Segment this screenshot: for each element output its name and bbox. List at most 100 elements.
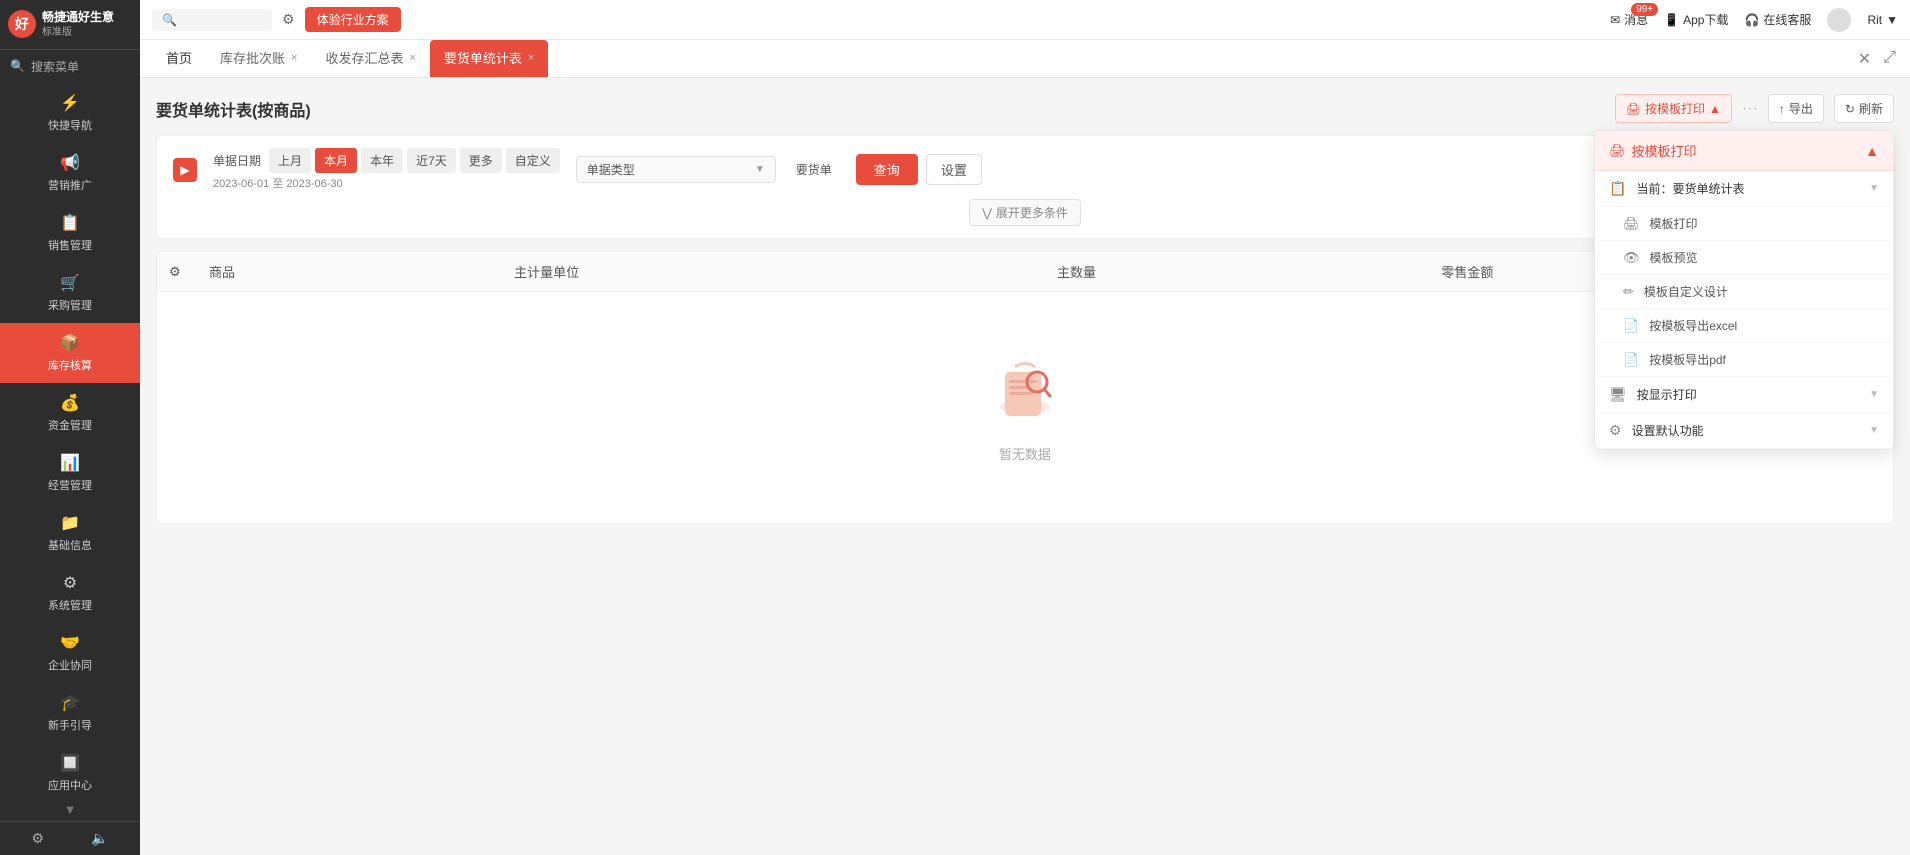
date-btn-last-month[interactable]: 上月 [269,148,311,173]
tab-inventory-batch[interactable]: 库存批次账 × [206,40,311,77]
tab-receivables[interactable]: 收发存汇总表 × [311,40,429,77]
sidebar-item-basic[interactable]: 📁 基础信息 [0,503,140,563]
sidebar-item-purchase[interactable]: 🛒 采购管理 [0,263,140,323]
page-actions: 🖨 按模板打印 ▲ ··· ↑ 导出 ↻ 刷新 🖨 [1615,94,1894,123]
date-btn-this-year[interactable]: 本年 [361,148,403,173]
solution-button[interactable]: 体验行业方案 [305,7,401,32]
online-service-btn[interactable]: 🎧 在线客服 [1744,11,1811,28]
filter-expand-btn[interactable]: ▶ [173,158,197,182]
settings-button[interactable]: 设置 [926,154,982,185]
topbar-right: ✉ 消息 99+ 📱 App下载 🎧 在线客服 Rit ▼ [1610,8,1898,32]
date-buttons: 上月 本月 本年 近7天 更多 自定义 [269,148,560,173]
tabs-right-actions: ✕ ⤢ [1856,47,1898,71]
query-button[interactable]: 查询 [856,154,918,185]
print-dropdown-template-preview[interactable]: 👁 模板预览 [1595,241,1893,275]
tab-home[interactable]: 首页 [152,40,206,77]
print-dropdown-template-pdf[interactable]: 📄 按模板导出pdf [1595,343,1893,377]
col-settings[interactable]: ⚙ [157,252,197,292]
print-button[interactable]: 🖨 按模板打印 ▲ [1615,94,1732,123]
expand-more-icon: ⋁ [982,206,992,220]
sidebar-scroll-down[interactable]: ▼ [0,798,140,821]
print-dropdown-panel: 🖨 按模板打印 ▲ 📋 当前：要货单统计表 ▼ 🖨 模板打印 [1594,130,1894,450]
newbie-icon: 🎓 [60,693,80,713]
sidebar-item-marketing[interactable]: 📢 营销推广 [0,143,140,203]
topbar: 🔍 ⚙ 体验行业方案 ✉ 消息 99+ 📱 App下载 🎧 在线客服 [140,0,1910,40]
close-tab-btn[interactable]: ✕ [1856,47,1873,71]
app-download-btn[interactable]: 📱 App下载 [1664,11,1728,28]
expand-tab-btn[interactable]: ⤢ [1881,47,1898,71]
topbar-search-icon: 🔍 [162,13,177,27]
sidebar-item-finance[interactable]: 💰 资金管理 [0,383,140,443]
col-quantity: 主数量 [1045,252,1429,292]
sidebar-item-collab[interactable]: 🤝 企业协同 [0,623,140,683]
topbar-gear-icon[interactable]: ⚙ [282,11,295,28]
print-dropdown-template-print[interactable]: 🖨 模板打印 [1595,207,1893,241]
tab-order-stats[interactable]: 要货单统计表 × [430,40,548,77]
date-btn-custom[interactable]: 自定义 [506,148,560,173]
display-print-icon: 🖥 [1609,386,1627,403]
close-inventory-batch-tab[interactable]: × [291,52,297,64]
print-dropdown-template-custom[interactable]: ✏ 模板自定义设计 [1595,275,1893,309]
current-template-icon: 📋 [1609,180,1626,197]
date-range-display: 2023-06-01 至 2023-06-30 [213,175,560,191]
export-button[interactable]: ↑ 导出 [1768,94,1824,123]
date-btn-more[interactable]: 更多 [460,148,502,173]
template-preview-icon: 👁 [1623,250,1640,266]
tabs-bar: 首页 库存批次账 × 收发存汇总表 × 要货单统计表 × ✕ ⤢ [140,40,1910,78]
close-receivables-tab[interactable]: × [409,52,415,64]
shortcuts-icon: ⚡ [60,93,80,113]
refresh-icon: ↻ [1845,102,1855,116]
date-btn-7days[interactable]: 近7天 [407,148,456,173]
user-name[interactable]: Rit ▼ [1867,13,1898,27]
sidebar-item-shortcuts[interactable]: ⚡ 快捷导航 [0,83,140,143]
order-filter-label: 要货单 [796,161,832,178]
inventory-icon: 📦 [60,333,80,353]
col-product: 商品 [197,252,502,292]
logo-text: 畅捷通好生意 标准版 [42,10,114,39]
print-dropdown-printer-icon: 🖨 [1609,143,1626,159]
date-btn-this-month[interactable]: 本月 [315,148,357,173]
printer-icon: 🖨 [1626,102,1641,116]
topbar-search[interactable]: 🔍 [152,9,272,31]
appstore-icon: 🔲 [60,753,80,773]
page-title: 要货单统计表(按商品) [156,97,311,121]
print-dropdown-display-print[interactable]: 🖥 按显示打印 ▼ [1595,377,1893,413]
filter-action-btns: 查询 设置 [856,154,982,185]
sidebar-item-inventory[interactable]: 📦 库存核算 [0,323,140,383]
sidebar-item-operations[interactable]: 📊 经营管理 [0,443,140,503]
sidebar-search[interactable]: 🔍 搜索菜单 [0,50,140,83]
date-filter-group: 单据日期 上月 本月 本年 近7天 更多 自定义 2023-06-01 至 20… [213,148,560,191]
sidebar-settings-btn[interactable]: ⚙ [32,830,45,847]
default-fn-icon: ⚙ [1609,422,1622,439]
template-excel-icon: 📄 [1623,318,1639,334]
page-header: 要货单统计表(按商品) 🖨 按模板打印 ▲ ··· ↑ 导出 ↻ 刷新 [156,94,1894,123]
close-order-stats-tab[interactable]: × [528,52,534,64]
sidebar-item-newbie[interactable]: 🎓 新手引导 [0,683,140,743]
user-avatar[interactable] [1827,8,1851,32]
sidebar-item-sales[interactable]: 📋 销售管理 [0,203,140,263]
marketing-icon: 📢 [60,153,80,173]
finance-icon: 💰 [60,393,80,413]
print-dropdown-title: 🖨 按模板打印 [1609,141,1697,160]
date-filter-label: 单据日期 [213,152,261,169]
print-dropdown-toggle[interactable]: ▲ [1865,143,1879,159]
print-dropdown-default-fn[interactable]: ⚙ 设置默认功能 ▼ [1595,413,1893,449]
template-custom-icon: ✏ [1623,284,1634,300]
sidebar-sound-btn[interactable]: 🔈 [91,830,108,847]
print-dropdown-template-excel[interactable]: 📄 按模板导出excel [1595,309,1893,343]
print-dropdown-current[interactable]: 📋 当前：要货单统计表 ▼ [1595,171,1893,207]
basic-icon: 📁 [60,513,80,533]
sidebar-item-appstore[interactable]: 🔲 应用中心 [0,743,140,798]
export-icon: ↑ [1779,102,1785,116]
avatar-image [1827,8,1851,32]
sidebar-item-system[interactable]: ⚙ 系统管理 [0,563,140,623]
message-icon: ✉ [1610,13,1620,27]
print-more-icon[interactable]: ··· [1742,100,1758,118]
expand-more-button[interactable]: ⋁ 展开更多条件 [969,199,1081,226]
user-dropdown-icon: ▼ [1886,13,1898,27]
refresh-button[interactable]: ↻ 刷新 [1834,94,1894,123]
messages-btn[interactable]: ✉ 消息 99+ [1610,11,1648,28]
doc-type-select[interactable]: 单据类型 ▼ [576,156,776,183]
current-chevron-icon: ▼ [1869,183,1879,194]
doc-type-chevron-icon: ▼ [755,164,765,175]
